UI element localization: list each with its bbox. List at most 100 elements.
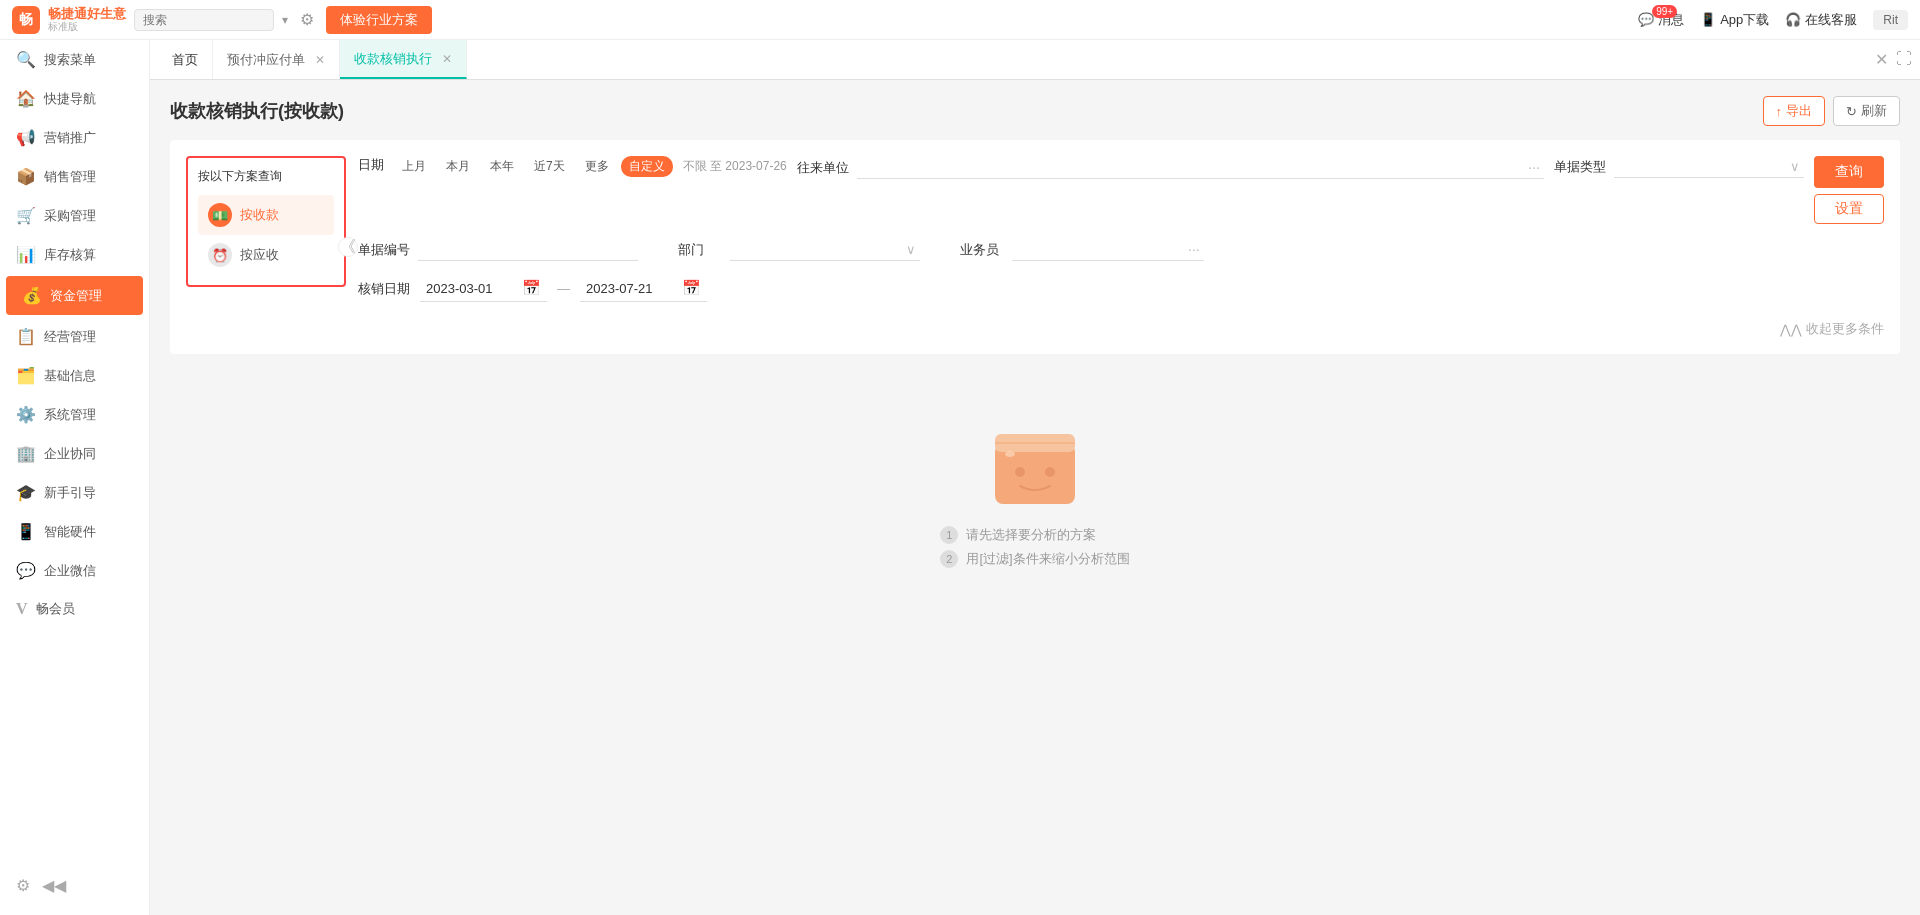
main-area: 首页 预付冲应付单 ✕ 收款核销执行 ✕ ✕ ⛶ 收款核销执行(按收款) xyxy=(150,40,1920,915)
sidebar-item-hardware[interactable]: 📱 智能硬件 xyxy=(0,512,149,551)
empty-hint-2: 2 用[过滤]条件来缩小分析范围 xyxy=(940,550,1129,568)
tabbar-expand-button[interactable]: ⛶ xyxy=(1896,50,1912,69)
date-this-month-btn[interactable]: 本月 xyxy=(438,156,478,177)
online-service-button[interactable]: 🎧 在线客服 xyxy=(1785,11,1857,29)
topbar-dropdown-arrow[interactable]: ▾ xyxy=(282,13,288,27)
tabbar-close-all-button[interactable]: ✕ xyxy=(1875,50,1888,69)
sidebar-item-guide[interactable]: 🎓 新手引导 xyxy=(0,473,149,512)
verify-date-end-field: 📅 xyxy=(580,275,707,302)
download-icon: 📱 xyxy=(1700,12,1716,27)
collapse-more-button[interactable]: ⋀⋀ 收起更多条件 xyxy=(1780,320,1884,338)
page-header: 收款核销执行(按收款) ↑ 导出 ↻ 刷新 xyxy=(170,96,1900,126)
order-type-field: 单据类型 ∨ xyxy=(1554,156,1804,178)
empty-hint-1: 1 请先选择要分析的方案 xyxy=(940,526,1129,544)
sidebar-item-finance[interactable]: 💰 资金管理 xyxy=(6,276,143,315)
date-custom-badge[interactable]: 自定义 xyxy=(621,156,673,177)
industry-solution-button[interactable]: 体验行业方案 xyxy=(326,6,432,34)
date-range-text: 不限 至 2023-07-26 xyxy=(683,158,787,175)
settings-button[interactable]: 设置 xyxy=(1814,194,1884,224)
sidebar-item-search[interactable]: 🔍 搜索菜单 xyxy=(0,40,149,79)
sidebar-bottom: ⚙ ◀◀ xyxy=(0,866,149,905)
counterpart-field: 往来单位 ··· xyxy=(797,156,1544,179)
receivable-icon: ⏰ xyxy=(208,243,232,267)
tab-home[interactable]: 首页 xyxy=(158,40,213,79)
query-buttons: 查询 设置 xyxy=(1814,156,1884,224)
panel-collapse-arrow[interactable]: 《 xyxy=(338,237,358,257)
staff-input[interactable] xyxy=(1016,242,1184,257)
query-panel-wrapper: 按以下方案查询 💵 按收款 ⏰ 按应收 《 xyxy=(186,156,346,338)
sidebar-item-purchase[interactable]: 🛒 采购管理 xyxy=(0,196,149,235)
empty-state: 1 请先选择要分析的方案 2 用[过滤]条件来缩小分析范围 xyxy=(170,354,1900,628)
order-type-chevron[interactable]: ∨ xyxy=(1790,159,1800,174)
query-option-by-collect[interactable]: 💵 按收款 xyxy=(198,195,334,235)
tab-collect[interactable]: 收款核销执行 ✕ xyxy=(340,40,467,79)
message-button[interactable]: 💬 消息 99+ xyxy=(1638,11,1684,29)
verify-date-end-calendar[interactable]: 📅 xyxy=(682,279,701,297)
query-button[interactable]: 查询 xyxy=(1814,156,1884,188)
brand-name: 畅捷通好生意 xyxy=(48,6,126,22)
sidebar-settings-icon[interactable]: ⚙ xyxy=(16,876,30,895)
sidebar-item-operation[interactable]: 📋 经营管理 xyxy=(0,317,149,356)
topbar-search-input[interactable] xyxy=(134,9,274,31)
sidebar-item-inventory[interactable]: 📊 库存核算 xyxy=(0,235,149,274)
dept-chevron[interactable]: ∨ xyxy=(906,242,916,257)
empty-illustration xyxy=(975,414,1095,514)
sidebar: 🔍 搜索菜单 🏠 快捷导航 📢 营销推广 📦 销售管理 🛒 采购管理 📊 库存核… xyxy=(0,40,150,915)
order-num-field: 单据编号 xyxy=(358,239,638,261)
sidebar-item-wechat[interactable]: 💬 企业微信 xyxy=(0,551,149,590)
order-type-label: 单据类型 xyxy=(1554,158,1606,176)
member-icon: V xyxy=(16,600,28,618)
hardware-icon: 📱 xyxy=(16,522,36,541)
sidebar-item-base[interactable]: 🗂️ 基础信息 xyxy=(0,356,149,395)
enterprise-icon: 🏢 xyxy=(16,444,36,463)
purchase-icon: 🛒 xyxy=(16,206,36,225)
export-icon: ↑ xyxy=(1776,104,1783,119)
tab-collect-close[interactable]: ✕ xyxy=(442,52,452,66)
app-logo: 畅 xyxy=(12,6,40,34)
date-filter-row: 日期 上月 本月 本年 近7天 更多 自定义 不限 至 2023-07-26 xyxy=(358,156,1884,224)
topbar: 畅 畅捷通好生意 标准版 ▾ ⚙ 体验行业方案 💬 消息 99+ 📱 App下载… xyxy=(0,0,1920,40)
sidebar-item-marketing[interactable]: 📢 营销推广 xyxy=(0,118,149,157)
staff-dots[interactable]: ··· xyxy=(1188,241,1200,257)
date-more-btn[interactable]: 更多 xyxy=(577,156,617,177)
date-separator: — xyxy=(557,281,570,296)
verify-date-start-calendar[interactable]: 📅 xyxy=(522,279,541,297)
tab-prepay-close[interactable]: ✕ xyxy=(315,53,325,67)
app-download-button[interactable]: 📱 App下载 xyxy=(1700,11,1769,29)
refresh-button[interactable]: ↻ 刷新 xyxy=(1833,96,1900,126)
topbar-gear-icon[interactable]: ⚙ xyxy=(300,10,314,29)
dept-field: 部门 ∨ xyxy=(678,239,920,261)
collapse-more-area: ⋀⋀ 收起更多条件 xyxy=(358,320,1884,338)
sales-icon: 📦 xyxy=(16,167,36,186)
date-last-7days-btn[interactable]: 近7天 xyxy=(526,156,573,177)
counterpart-dots[interactable]: ··· xyxy=(1528,159,1540,175)
order-num-input[interactable] xyxy=(422,242,634,257)
tabbar-actions: ✕ ⛶ xyxy=(1875,50,1912,69)
dept-input[interactable] xyxy=(734,242,902,257)
refresh-icon: ↻ xyxy=(1846,104,1857,119)
sidebar-item-enterprise[interactable]: 🏢 企业协同 xyxy=(0,434,149,473)
sidebar-item-sales[interactable]: 📦 销售管理 xyxy=(0,157,149,196)
sidebar-item-system[interactable]: ⚙️ 系统管理 xyxy=(0,395,149,434)
export-button[interactable]: ↑ 导出 xyxy=(1763,96,1826,126)
search-icon: 🔍 xyxy=(16,50,36,69)
sidebar-item-shortcut[interactable]: 🏠 快捷导航 xyxy=(0,79,149,118)
verify-date-end-input[interactable] xyxy=(586,281,676,296)
counterpart-label: 往来单位 xyxy=(797,159,849,177)
date-quick-buttons: 上月 本月 本年 近7天 更多 自定义 不限 至 2023-07-26 xyxy=(394,156,787,177)
date-this-year-btn[interactable]: 本年 xyxy=(482,156,522,177)
sidebar-item-member[interactable]: V 畅会员 xyxy=(0,590,149,628)
verify-date-row: 核销日期 📅 — 📅 xyxy=(358,275,1884,302)
counterpart-input[interactable] xyxy=(861,160,1525,175)
date-last-month-btn[interactable]: 上月 xyxy=(394,156,434,177)
tab-prepay[interactable]: 预付冲应付单 ✕ xyxy=(213,40,340,79)
user-avatar[interactable]: Rit xyxy=(1873,10,1908,30)
sidebar-collapse-icon[interactable]: ◀◀ xyxy=(42,876,66,895)
staff-field: 业务员 ··· xyxy=(960,238,1204,261)
order-type-input[interactable] xyxy=(1618,159,1786,174)
collect-icon: 💵 xyxy=(208,203,232,227)
query-option-by-receivable[interactable]: ⏰ 按应收 xyxy=(198,235,334,275)
verify-date-start-input[interactable] xyxy=(426,281,516,296)
topbar-right: 💬 消息 99+ 📱 App下载 🎧 在线客服 Rit xyxy=(1638,10,1908,30)
page-actions: ↑ 导出 ↻ 刷新 xyxy=(1763,96,1901,126)
